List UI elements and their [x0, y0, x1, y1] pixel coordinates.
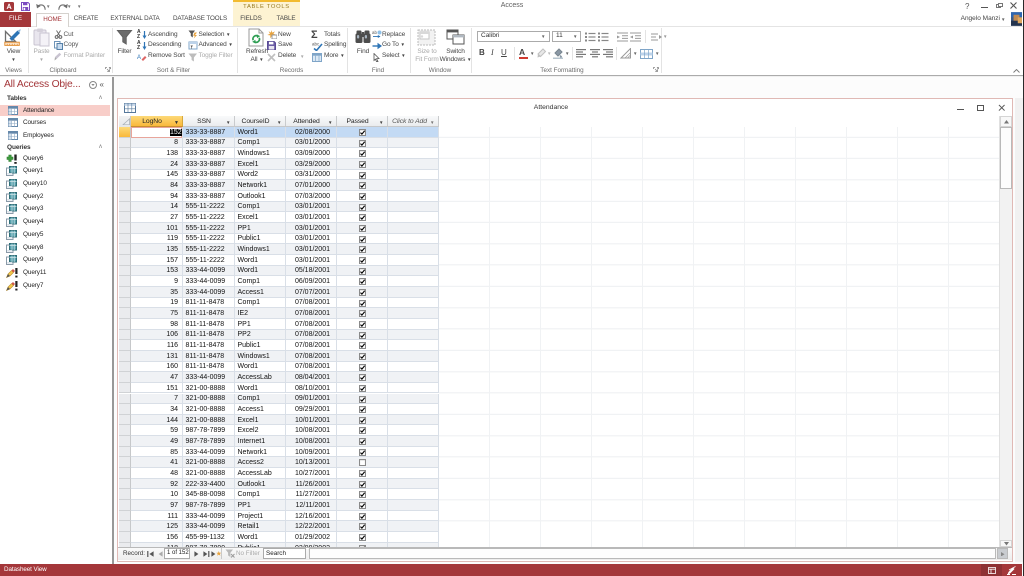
svg-text:abc: abc [312, 42, 320, 47]
svg-text:ab: ab [372, 30, 377, 35]
svg-text:A: A [137, 55, 141, 61]
